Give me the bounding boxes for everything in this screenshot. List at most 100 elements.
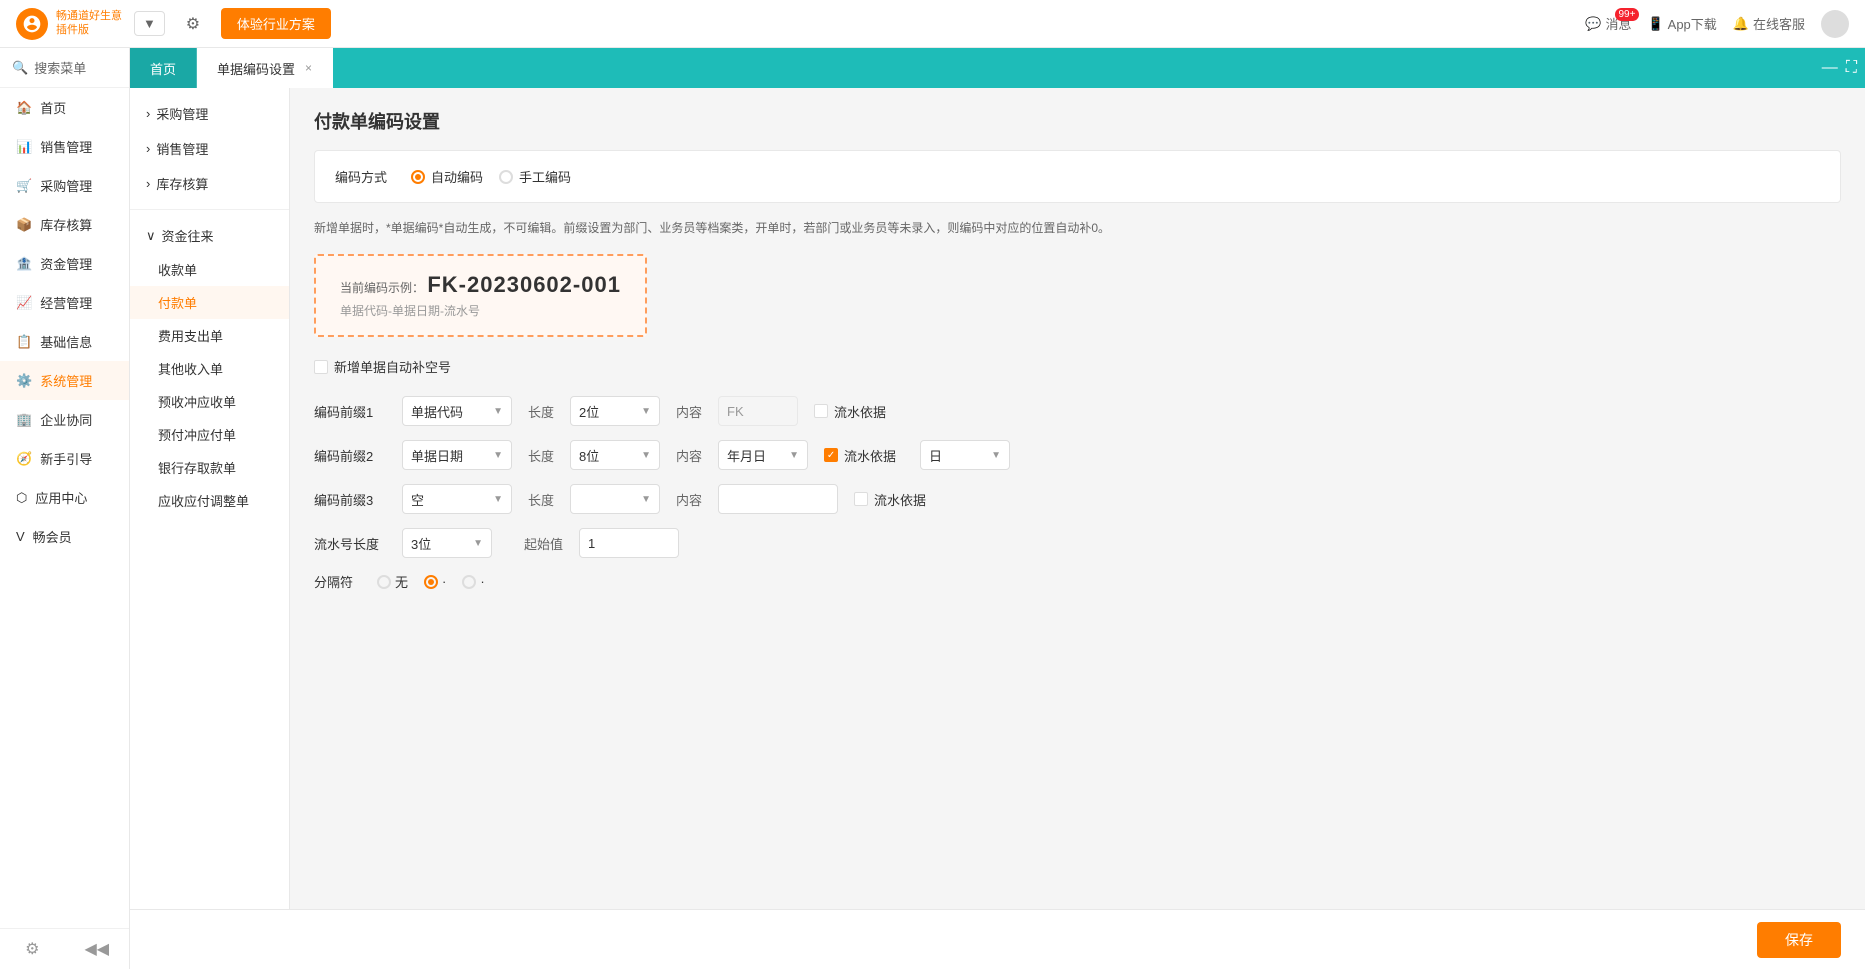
prefix3-label: 编码前缀3 [314, 490, 386, 509]
sidebar-settings-btn[interactable]: ⚙ [0, 929, 65, 969]
sidebar-item-finance[interactable]: 🏦 资金管理 [0, 244, 129, 283]
stream2-checkbox[interactable]: 流水依据 [824, 446, 896, 465]
logo-icon [16, 8, 48, 40]
length1-select[interactable]: 2位 ▼ [570, 396, 660, 426]
stream3-checkbox[interactable]: 流水依据 [854, 490, 926, 509]
sub-menu-sales[interactable]: › 销售管理 [130, 131, 289, 166]
encode-method-row: 编码方式 自动编码 手工编码 [335, 167, 1820, 186]
content2-label: 内容 [676, 446, 702, 465]
prefix2-select[interactable]: 单据日期 ▼ [402, 440, 512, 470]
radio-auto-encode[interactable]: 自动编码 [411, 167, 483, 186]
content3-input[interactable] [718, 484, 838, 514]
user-avatar[interactable] [1821, 10, 1849, 38]
search-icon: 🔍 [12, 60, 28, 76]
sidebar-item-system[interactable]: ⚙️ 系统管理 [0, 361, 129, 400]
tab-close-icon[interactable]: × [305, 61, 312, 75]
sidebar-item-home[interactable]: 🏠 首页 [0, 88, 129, 127]
tab-maximize-icon[interactable]: ⛶ [1846, 59, 1857, 77]
prefix1-label: 编码前缀1 [314, 402, 386, 421]
radio-group-encode: 自动编码 手工编码 [411, 167, 571, 186]
system-icon: ⚙️ [16, 373, 32, 389]
sidebar-item-label: 采购管理 [40, 176, 92, 195]
save-button[interactable]: 保存 [1757, 922, 1841, 958]
sep-dot[interactable]: · [424, 574, 446, 589]
length1-value: 2位 [579, 402, 599, 421]
form-row-prefix2: 编码前缀2 单据日期 ▼ 长度 8位 ▼ 内容 年月日 ▼ [314, 440, 1841, 470]
trial-button[interactable]: 体验行业方案 [221, 8, 331, 39]
sidebar-collapse-btn[interactable]: ◀◀ [65, 929, 130, 969]
settings-button[interactable]: ⚙ [177, 8, 209, 40]
nav-dropdown[interactable]: ▼ [134, 11, 165, 36]
sub-menu-payment[interactable]: 付款单 [130, 286, 289, 319]
sub-menu-bank[interactable]: 银行存取款单 [130, 451, 289, 484]
sep-dot2[interactable]: · [462, 574, 484, 589]
form-row-prefix3: 编码前缀3 空 ▼ 长度 ▼ 内容 流水依据 [314, 484, 1841, 514]
tab-home[interactable]: 首页 [130, 48, 197, 88]
sub-menu-label: 库存核算 [156, 174, 208, 193]
length2-select[interactable]: 8位 ▼ [570, 440, 660, 470]
logo-main-text: 畅通道好生意 [56, 10, 122, 23]
top-bar-right: 💬 消息 99+ 📱 App下载 🔔 在线客服 [1585, 10, 1849, 38]
guide-icon: 🧭 [16, 451, 32, 467]
sidebar-item-label: 库存核算 [40, 215, 92, 234]
radio-dot-manual [499, 170, 513, 184]
prefix1-value: 单据代码 [411, 402, 463, 421]
sidebar-item-apps[interactable]: ⬡ 应用中心 [0, 478, 129, 517]
sidebar-item-inventory[interactable]: 📦 库存核算 [0, 205, 129, 244]
auto-fill-checkbox[interactable] [314, 360, 328, 374]
start-value-input[interactable] [579, 528, 679, 558]
sub-sidebar: › 采购管理 › 销售管理 › 库存核算 ∨ 资金往来 收款单 [130, 88, 290, 909]
sub-menu-adjust[interactable]: 应收应付调整单 [130, 484, 289, 517]
sep-dot2-label: · [480, 574, 484, 589]
radio-manual-encode[interactable]: 手工编码 [499, 167, 571, 186]
tab-minimize-icon[interactable]: — [1822, 59, 1838, 77]
caret-icon: ▼ [493, 494, 503, 505]
sidebar-item-enterprise[interactable]: 🏢 企业协同 [0, 400, 129, 439]
sidebar-item-sales[interactable]: 📊 销售管理 [0, 127, 129, 166]
sub-menu-prepay-recv[interactable]: 预收冲应收单 [130, 385, 289, 418]
sidebar-item-basic[interactable]: 📋 基础信息 [0, 322, 129, 361]
sub-menu-receipt[interactable]: 收款单 [130, 253, 289, 286]
sidebar-item-operation[interactable]: 📈 经营管理 [0, 283, 129, 322]
tab-active[interactable]: 单据编码设置 × [197, 48, 333, 88]
sub-menu-finance-group[interactable]: ∨ 资金往来 [130, 218, 289, 253]
sales-icon: 📊 [16, 139, 32, 155]
sub-menu-other-income[interactable]: 其他收入单 [130, 352, 289, 385]
online-service-button[interactable]: 🔔 在线客服 [1733, 14, 1805, 33]
app-download-button[interactable]: 📱 App下载 [1647, 14, 1716, 33]
caret-icon: ▼ [493, 406, 503, 417]
sep-none[interactable]: 无 [377, 572, 408, 591]
caret-icon: ▼ [641, 450, 651, 461]
stream2-period-select[interactable]: 日 ▼ [920, 440, 1010, 470]
tab-active-label: 单据编码设置 [217, 59, 295, 78]
sidebar-item-label: 系统管理 [40, 371, 92, 390]
sub-menu-inventory[interactable]: › 库存核算 [130, 166, 289, 201]
content3-label: 内容 [676, 490, 702, 509]
prefix1-select[interactable]: 单据代码 ▼ [402, 396, 512, 426]
content2-select[interactable]: 年月日 ▼ [718, 440, 808, 470]
form-row-prefix1: 编码前缀1 单据代码 ▼ 长度 2位 ▼ 内容 流水依据 [314, 396, 1841, 426]
prefix3-select[interactable]: 空 ▼ [402, 484, 512, 514]
code-preview-sub: 单据代码-单据日期-流水号 [340, 302, 621, 319]
length3-select[interactable]: ▼ [570, 484, 660, 514]
serial-length-select[interactable]: 3位 ▼ [402, 528, 492, 558]
messages-button[interactable]: 💬 消息 99+ [1585, 14, 1631, 33]
sub-menu-expense[interactable]: 费用支出单 [130, 319, 289, 352]
arrow-icon: › [146, 176, 150, 191]
info-text: 新增单据时，*单据编码*自动生成，不可编辑。前缀设置为部门、业务员等档案类，开单… [314, 219, 1841, 238]
sub-menu-purchase[interactable]: › 采购管理 [130, 96, 289, 131]
stream1-checkbox[interactable]: 流水依据 [814, 402, 886, 421]
stream2-label: 流水依据 [844, 446, 896, 465]
sub-menu-child-label: 预收冲应收单 [158, 395, 236, 410]
code-preview-label: 当前编码示例： [340, 281, 424, 295]
length2-value: 8位 [579, 446, 599, 465]
encode-method-card: 编码方式 自动编码 手工编码 [314, 150, 1841, 203]
sidebar-item-guide[interactable]: 🧭 新手引导 [0, 439, 129, 478]
sidebar-item-member[interactable]: V 畅会员 [0, 517, 129, 556]
sub-menu-prepay-pay[interactable]: 预付冲应付单 [130, 418, 289, 451]
sidebar-search[interactable]: 🔍 搜索菜单 [0, 48, 129, 88]
prefix2-value: 单据日期 [411, 446, 463, 465]
stream2-period: 日 [929, 446, 942, 465]
sidebar-item-purchase[interactable]: 🛒 采购管理 [0, 166, 129, 205]
content-area: 首页 单据编码设置 × — ⛶ › 采购管理 › 销售管理 [130, 48, 1865, 969]
